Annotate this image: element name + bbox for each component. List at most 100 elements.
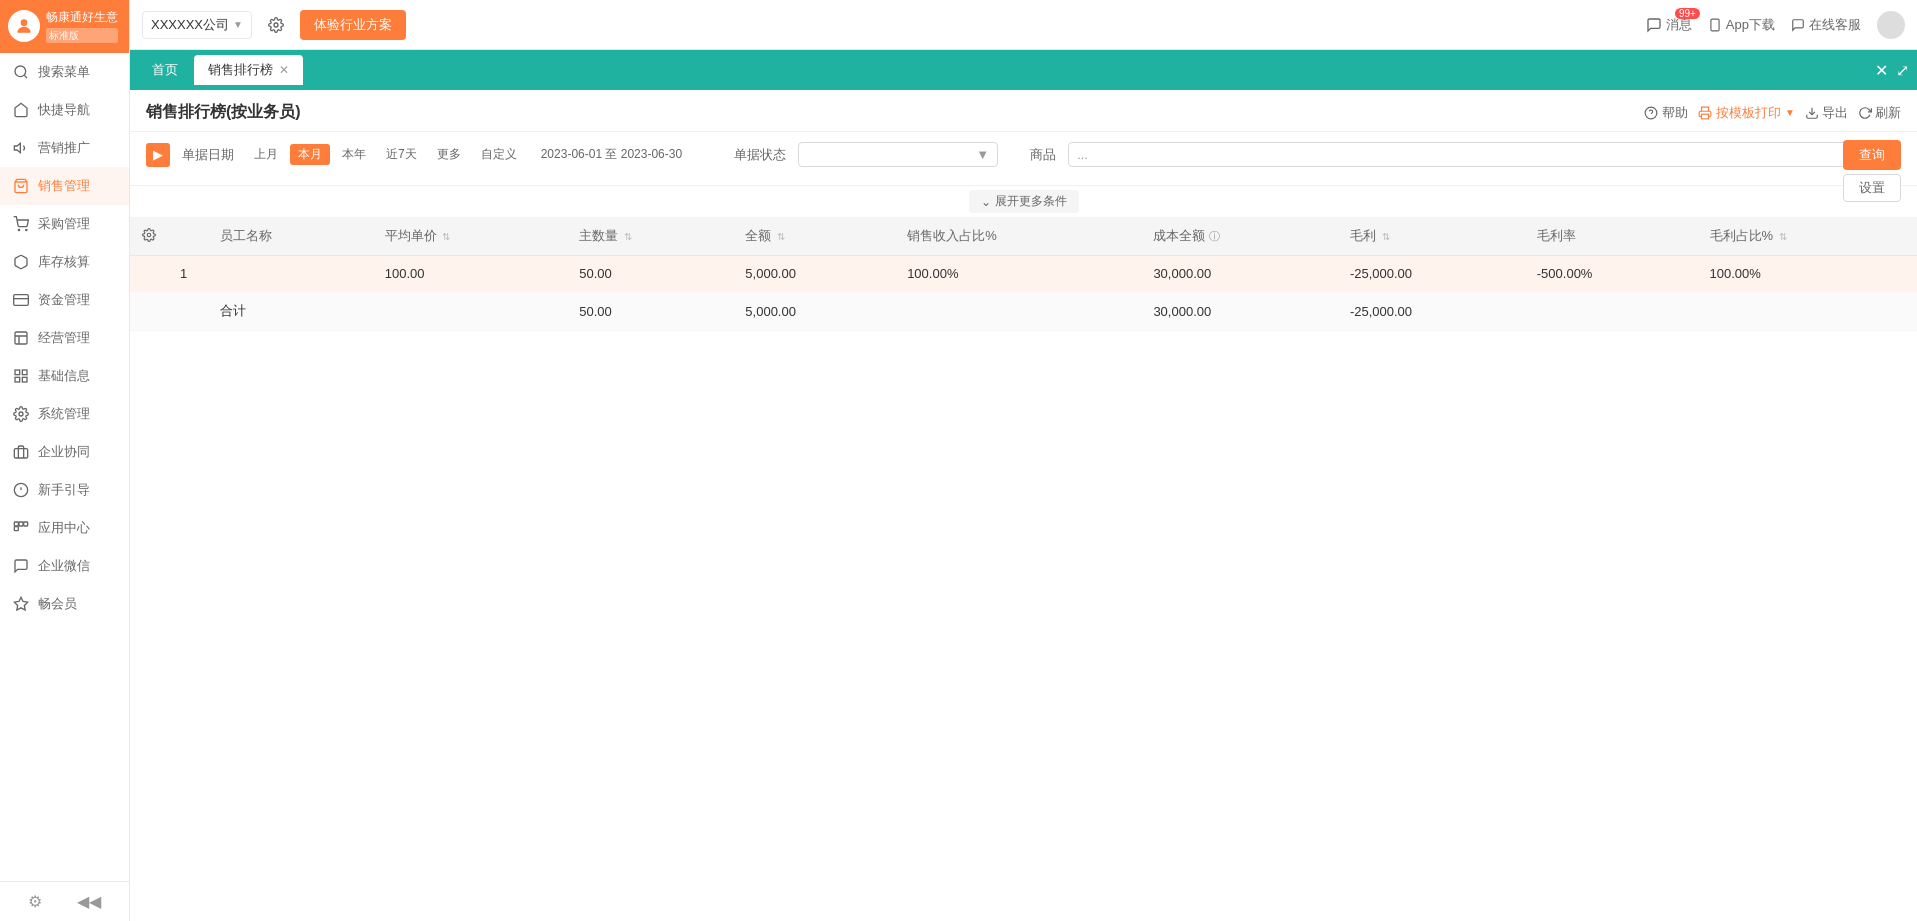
page-title: 销售排行榜(按业务员) [146, 102, 301, 123]
export-btn[interactable]: 导出 [1805, 104, 1848, 122]
row-gross-rate-cell: -500.00% [1525, 256, 1698, 292]
svg-rect-11 [22, 370, 27, 375]
filter-row-1: ▶ 单据日期 上月 本月 本年 近7天 更多 自定义 2023-06-01 至 … [146, 142, 1901, 167]
sidebar-item-guide[interactable]: 新手引导 [0, 471, 129, 509]
tab-restore-icon[interactable]: ⤢ [1896, 61, 1909, 80]
date-tab-last-month[interactable]: 上月 [246, 144, 286, 165]
home-icon [12, 101, 30, 119]
row-amount-cell: 5,000.00 [733, 256, 895, 292]
sidebar-item-operations[interactable]: 经营管理 [0, 319, 129, 357]
sidebar-label-sales: 销售管理 [38, 177, 90, 195]
sidebar-label-guide: 新手引导 [38, 481, 90, 499]
settings-icon [12, 405, 30, 423]
sidebar-label-inventory: 库存核算 [38, 253, 90, 271]
print-chevron-icon: ▼ [1785, 107, 1795, 118]
export-label: 导出 [1822, 104, 1848, 122]
chevron-down-icon: ⌄ [981, 195, 991, 209]
svg-point-0 [21, 20, 28, 27]
sort-avg-price-icon[interactable]: ⇅ [442, 231, 450, 242]
footer-cost-cell: 30,000.00 [1141, 292, 1338, 331]
box-icon [12, 253, 30, 271]
tab-sales-rank[interactable]: 销售排行榜 ✕ [194, 55, 303, 85]
svg-rect-17 [14, 522, 18, 526]
sidebar-item-finance[interactable]: 资金管理 [0, 281, 129, 319]
help-label: 帮助 [1662, 104, 1688, 122]
sidebar-item-quick-nav[interactable]: 快捷导航 [0, 91, 129, 129]
expand-more-btn[interactable]: ⌄ 展开更多条件 [969, 190, 1079, 213]
member-icon [12, 595, 30, 613]
message-btn[interactable]: 消息 99+ [1646, 16, 1692, 34]
sidebar-item-sales[interactable]: 销售管理 [0, 167, 129, 205]
online-service-btn[interactable]: 在线客服 [1791, 16, 1861, 34]
sidebar-settings-btn[interactable]: ⚙ [28, 892, 42, 911]
col-header-gross-rate: 毛利率 [1525, 217, 1698, 256]
row-gross-cell: -25,000.00 [1338, 256, 1525, 292]
col-header-sales-pct: 销售收入占比% [895, 217, 1141, 256]
table-footer: 合计 50.00 5,000.00 30,000.00 -25,000.00 [130, 292, 1917, 331]
sidebar-item-system[interactable]: 系统管理 [0, 395, 129, 433]
date-tab-custom[interactable]: 自定义 [473, 144, 525, 165]
sidebar-item-member[interactable]: 畅会员 [0, 585, 129, 623]
company-name: XXXXXX公司 [151, 16, 229, 34]
col-header-gross: 毛利 ⇅ [1338, 217, 1525, 256]
sidebar-label-system: 系统管理 [38, 405, 90, 423]
sidebar-item-appstore[interactable]: 应用中心 [0, 509, 129, 547]
logo-tag: 标准版 [46, 28, 118, 43]
row-qty-cell: 50.00 [567, 256, 733, 292]
template-print-btn[interactable]: 按模板打印 ▼ [1698, 104, 1795, 122]
col-header-gross-pct: 毛利占比% ⇅ [1698, 217, 1918, 256]
sidebar-item-enterprise[interactable]: 企业协同 [0, 433, 129, 471]
col-header-cost: 成本全额 ⓘ [1141, 217, 1338, 256]
sidebar-label-finance: 资金管理 [38, 291, 90, 309]
tab-home[interactable]: 首页 [138, 55, 192, 85]
filter-expand-arrow[interactable]: ▶ [146, 143, 170, 167]
col-header-settings [130, 217, 168, 256]
app-download-btn[interactable]: App下载 [1708, 16, 1775, 34]
date-filter-label: 单据日期 [182, 146, 234, 164]
col-header-rank [168, 217, 208, 256]
date-tab-last7[interactable]: 近7天 [378, 144, 425, 165]
sidebar-item-wechat[interactable]: 企业微信 [0, 547, 129, 585]
sidebar-item-search-order[interactable]: 搜索菜单 [0, 53, 129, 91]
sidebar-item-basics[interactable]: 基础信息 [0, 357, 129, 395]
sort-gross-icon[interactable]: ⇅ [1382, 231, 1390, 242]
col-header-name: 员工名称 [208, 217, 373, 256]
svg-marker-3 [14, 143, 20, 152]
svg-point-1 [15, 66, 26, 77]
user-avatar[interactable] [1877, 11, 1905, 39]
date-tab-this-month[interactable]: 本月 [290, 144, 330, 165]
footer-label-cell: 合计 [208, 292, 373, 331]
table-wrapper: 员工名称 平均单价 ⇅ 主数量 ⇅ 全额 ⇅ [130, 217, 1917, 921]
refresh-label: 刷新 [1875, 104, 1901, 122]
filter-container: ▶ 单据日期 上月 本月 本年 近7天 更多 自定义 2023-06-01 至 … [130, 132, 1917, 217]
header-right: 消息 99+ App下载 在线客服 [1646, 11, 1905, 39]
row-avg-price-cell: 100.00 [373, 256, 567, 292]
sidebar-item-inventory[interactable]: 库存核算 [0, 243, 129, 281]
sort-gross-pct-icon[interactable]: ⇅ [1779, 231, 1787, 242]
filter-settings-button[interactable]: 设置 [1843, 174, 1901, 202]
svg-point-14 [19, 412, 23, 416]
date-tab-more[interactable]: 更多 [429, 144, 469, 165]
row-settings-cell [130, 256, 168, 292]
trial-button[interactable]: 体验行业方案 [300, 10, 406, 40]
date-tab-this-year[interactable]: 本年 [334, 144, 374, 165]
sidebar-collapse-btn[interactable]: ◀◀ [77, 892, 101, 911]
goods-input[interactable]: ... [1068, 142, 1901, 167]
help-btn[interactable]: 帮助 [1644, 104, 1688, 122]
sidebar-item-purchase[interactable]: 采购管理 [0, 205, 129, 243]
status-select[interactable]: ▼ [798, 142, 998, 167]
svg-rect-19 [24, 522, 28, 526]
query-button[interactable]: 查询 [1843, 140, 1901, 170]
tab-close-icon[interactable]: ✕ [279, 63, 289, 77]
refresh-btn[interactable]: 刷新 [1858, 104, 1901, 122]
header-settings-btn[interactable] [262, 11, 290, 39]
sidebar: 畅康通好生意 标准版 搜索菜单 快捷导航 营销推广 销售管理 [0, 0, 130, 921]
row-gross-pct-cell: 100.00% [1698, 256, 1918, 292]
tab-close-all-icon[interactable]: ✕ [1875, 61, 1888, 80]
wechat-icon [12, 557, 30, 575]
company-selector[interactable]: XXXXXX公司 ▼ [142, 11, 252, 39]
sort-amount-icon[interactable]: ⇅ [777, 231, 785, 242]
sort-qty-icon[interactable]: ⇅ [624, 231, 632, 242]
sidebar-item-marketing[interactable]: 营销推广 [0, 129, 129, 167]
tab-bar-controls: ✕ ⤢ [1875, 61, 1909, 80]
